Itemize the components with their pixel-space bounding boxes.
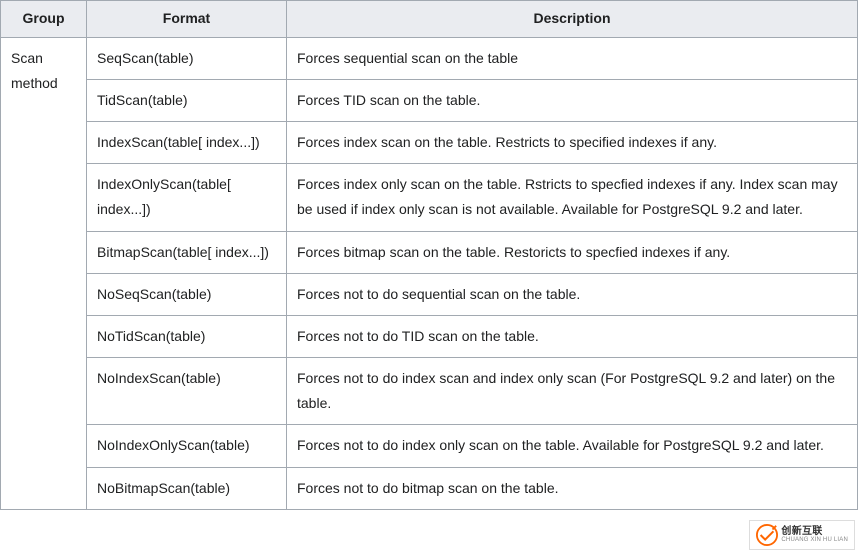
table-row: NoBitmapScan(table) Forces not to do bit… [1, 467, 858, 509]
format-cell: IndexOnlyScan(table[ index...]) [87, 164, 287, 231]
table-header-row: Group Format Description [1, 1, 858, 38]
description-cell: Forces not to do index scan and index on… [287, 358, 858, 425]
col-header-group: Group [1, 1, 87, 38]
description-cell: Forces not to do TID scan on the table. [287, 315, 858, 357]
table-row: NoIndexScan(table) Forces not to do inde… [1, 358, 858, 425]
format-cell: TidScan(table) [87, 79, 287, 121]
watermark-logo-icon [756, 524, 778, 546]
table-row: NoTidScan(table) Forces not to do TID sc… [1, 315, 858, 357]
table-row: NoSeqScan(table) Forces not to do sequen… [1, 273, 858, 315]
format-cell: NoTidScan(table) [87, 315, 287, 357]
format-cell: BitmapScan(table[ index...]) [87, 231, 287, 273]
group-cell: Scan method [1, 37, 87, 509]
watermark-brand-bottom: CHUANG XIN HU LIAN [781, 537, 848, 543]
format-cell: IndexScan(table[ index...]) [87, 121, 287, 163]
table-row: NoIndexOnlyScan(table) Forces not to do … [1, 425, 858, 467]
description-cell: Forces index scan on the table. Restrict… [287, 121, 858, 163]
format-cell: NoSeqScan(table) [87, 273, 287, 315]
description-cell: Forces index only scan on the table. Rst… [287, 164, 858, 231]
watermark-brand-top: 创新互联 [781, 527, 848, 538]
col-header-format: Format [87, 1, 287, 38]
watermark: 创新互联 CHUANG XIN HU LIAN [749, 520, 855, 550]
description-cell: Forces not to do sequential scan on the … [287, 273, 858, 315]
format-cell: NoIndexScan(table) [87, 358, 287, 425]
description-cell: Forces TID scan on the table. [287, 79, 858, 121]
watermark-text: 创新互联 CHUANG XIN HU LIAN [781, 527, 848, 544]
format-cell: SeqScan(table) [87, 37, 287, 79]
description-cell: Forces bitmap scan on the table. Restori… [287, 231, 858, 273]
description-cell: Forces not to do index only scan on the … [287, 425, 858, 467]
format-cell: NoIndexOnlyScan(table) [87, 425, 287, 467]
table-row: Scan method SeqScan(table) Forces sequen… [1, 37, 858, 79]
table-row: BitmapScan(table[ index...]) Forces bitm… [1, 231, 858, 273]
hint-table: Group Format Description Scan method Seq… [0, 0, 858, 510]
table-row: TidScan(table) Forces TID scan on the ta… [1, 79, 858, 121]
description-cell: Forces sequential scan on the table [287, 37, 858, 79]
table-row: IndexScan(table[ index...]) Forces index… [1, 121, 858, 163]
col-header-description: Description [287, 1, 858, 38]
table-row: IndexOnlyScan(table[ index...]) Forces i… [1, 164, 858, 231]
format-cell: NoBitmapScan(table) [87, 467, 287, 509]
description-cell: Forces not to do bitmap scan on the tabl… [287, 467, 858, 509]
